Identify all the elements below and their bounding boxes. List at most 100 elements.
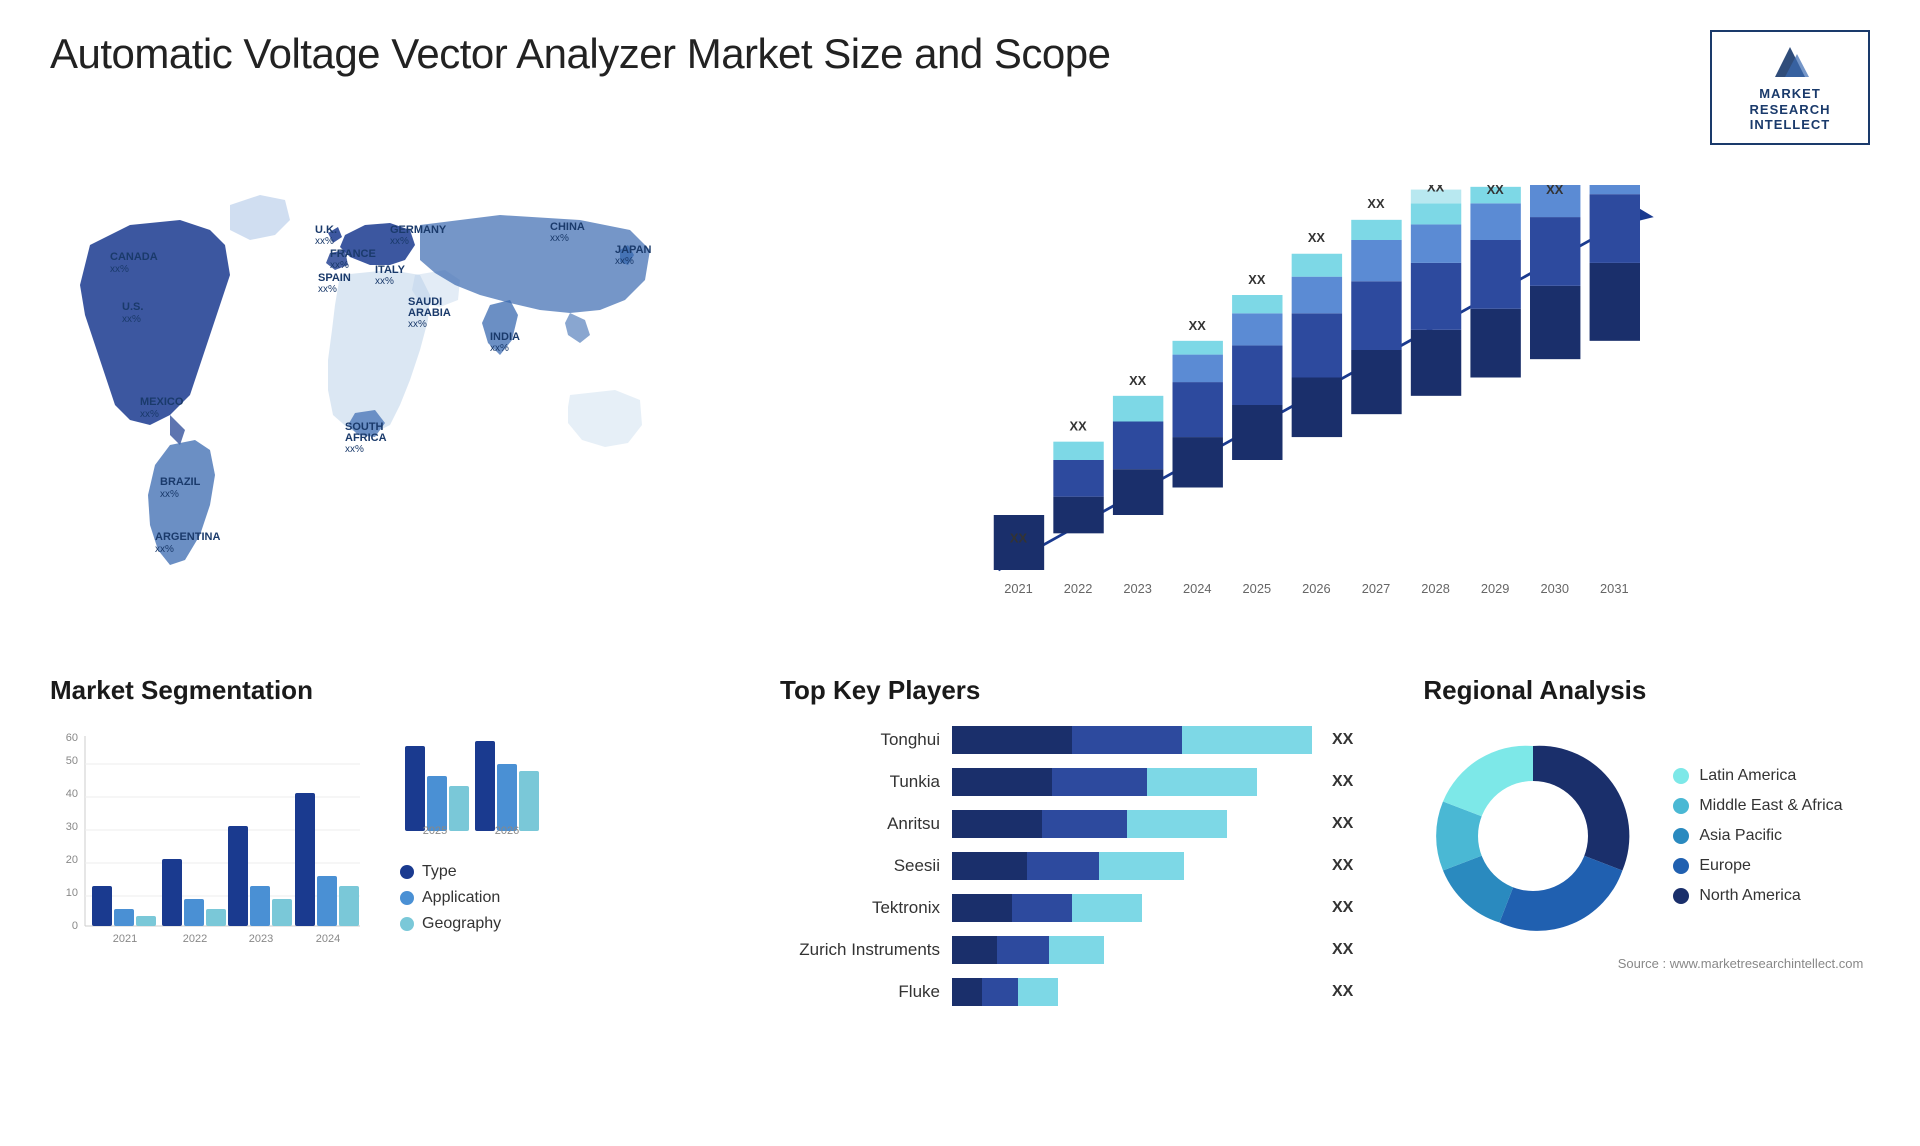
player-name-anritsu: Anritsu <box>780 814 940 834</box>
player-val-anritsu: XX <box>1332 815 1353 833</box>
dot-latin <box>1673 768 1689 784</box>
bar-2023-s2 <box>1113 421 1163 469</box>
bar-2026-s3 <box>1292 276 1342 313</box>
player-name-tektronix: Tektronix <box>780 898 940 918</box>
bar-2031-s3 <box>1590 185 1640 194</box>
bar-seg3 <box>1099 852 1184 880</box>
app-dot <box>400 891 414 905</box>
bar-2031-s2 <box>1590 194 1640 263</box>
bar-2031-label: 2031 <box>1600 581 1629 596</box>
france-label: FRANCE <box>330 248 376 260</box>
bar-seg1 <box>952 894 1012 922</box>
players-title: Top Key Players <box>780 675 1353 706</box>
regional-title: Regional Analysis <box>1423 675 1863 706</box>
svg-text:2025: 2025 <box>423 825 447 836</box>
bar-2028-s2 <box>1411 263 1461 330</box>
argentina-value: xx% <box>155 544 174 555</box>
saudi-label2: ARABIA <box>408 307 451 319</box>
bar-seg2 <box>1052 768 1147 796</box>
uk-label: U.K. <box>315 224 337 236</box>
seg-bar-2025-app <box>427 776 447 831</box>
bar-seg1 <box>952 810 1042 838</box>
japan-label: JAPAN <box>615 244 652 256</box>
legend-asia: Asia Pacific <box>1673 827 1842 845</box>
bar-seg1 <box>952 726 1072 754</box>
germany-label: GERMANY <box>390 224 447 236</box>
germany-value: xx% <box>390 236 409 247</box>
player-name-seesii: Seesii <box>780 856 940 876</box>
header: Automatic Voltage Vector Analyzer Market… <box>50 30 1870 145</box>
legend-type: Type <box>400 863 560 881</box>
page: Automatic Voltage Vector Analyzer Market… <box>0 0 1920 1146</box>
italy-value: xx% <box>375 276 394 287</box>
bar-2022-s2 <box>1053 460 1103 497</box>
bar-2025-s2 <box>1232 345 1282 405</box>
bar-seg1 <box>952 978 982 1006</box>
bar-2029-value: XX <box>1487 185 1505 197</box>
bar-2023-value: XX <box>1129 373 1147 388</box>
bar-seg2 <box>997 936 1049 964</box>
svg-text:40: 40 <box>66 788 78 800</box>
bar-2027-value: XX <box>1367 196 1385 211</box>
label-north-america: North America <box>1699 887 1800 905</box>
spain-label: SPAIN <box>318 272 351 284</box>
app-label: Application <box>422 889 500 907</box>
bar-2025-label: 2025 <box>1243 581 1272 596</box>
bar-2030-value: XX <box>1546 185 1564 197</box>
seg-legend: Type Application Geography <box>400 863 560 933</box>
bar-2023-label: 2023 <box>1123 581 1152 596</box>
player-val-fluke: XX <box>1332 983 1353 1001</box>
type-label: Type <box>422 863 457 881</box>
svg-text:2021: 2021 <box>113 933 137 945</box>
regional-legend: Latin America Middle East & Africa Asia … <box>1673 767 1842 905</box>
logo: MARKET RESEARCH INTELLECT <box>1710 30 1870 145</box>
bar-seg3 <box>1182 726 1312 754</box>
geo-dot <box>400 917 414 931</box>
player-val-tonghui: XX <box>1332 731 1353 749</box>
china-value: xx% <box>550 233 569 244</box>
bar-2022-s1 <box>1053 496 1103 533</box>
player-tonghui: Tonghui XX <box>780 726 1353 754</box>
label-mea: Middle East & Africa <box>1699 797 1842 815</box>
japan-value: xx% <box>615 256 634 267</box>
bar-2024-s1 <box>1173 437 1223 487</box>
svg-text:20: 20 <box>66 854 78 866</box>
bar-2023-s1 <box>1113 469 1163 515</box>
seg-bar-2024-type <box>295 793 315 926</box>
bar-seg3 <box>1147 768 1257 796</box>
segmentation-title: Market Segmentation <box>50 675 730 706</box>
legend-latin-america: Latin America <box>1673 767 1842 785</box>
player-val-seesii: XX <box>1332 857 1353 875</box>
canada-label: CANADA <box>110 251 158 263</box>
bar-seg2 <box>1027 852 1099 880</box>
player-bar-tonghui <box>952 726 1312 754</box>
bar-2028-value: XX <box>1427 185 1445 194</box>
bar-2021-label: 2021 <box>1004 581 1033 596</box>
bar-2028-s4 <box>1411 203 1461 224</box>
bar-2025-s4 <box>1232 295 1282 313</box>
chart-section: XX 2021 XX 2022 XX 2023 XX <box>750 165 1870 645</box>
regional-section: Regional Analysis <box>1403 665 1883 1030</box>
label-asia: Asia Pacific <box>1699 827 1782 845</box>
bar-2024-s3 <box>1173 354 1223 382</box>
player-tektronix: Tektronix XX <box>780 894 1353 922</box>
geo-label: Geography <box>422 915 501 933</box>
bar-2023-s3 <box>1113 396 1163 422</box>
us-label: U.S. <box>122 301 143 313</box>
donut-chart <box>1423 726 1643 946</box>
bar-2021-value: XX <box>1010 530 1028 545</box>
donut-hole <box>1478 781 1588 891</box>
bar-2024-s4 <box>1173 341 1223 355</box>
seg-bar-2026-geo <box>519 771 539 831</box>
bar-2026-s4 <box>1292 254 1342 277</box>
canada-value: xx% <box>110 264 129 275</box>
type-dot <box>400 865 414 879</box>
player-bar-fluke <box>952 978 1312 1006</box>
legend-mea: Middle East & Africa <box>1673 797 1842 815</box>
mexico-label: MEXICO <box>140 396 184 408</box>
bar-2022-value: XX <box>1070 418 1088 433</box>
seg-bar-2022-geo <box>206 909 226 926</box>
uk-value: xx% <box>315 236 334 247</box>
player-name-tonghui: Tonghui <box>780 730 940 750</box>
bar-2027-label: 2027 <box>1362 581 1391 596</box>
